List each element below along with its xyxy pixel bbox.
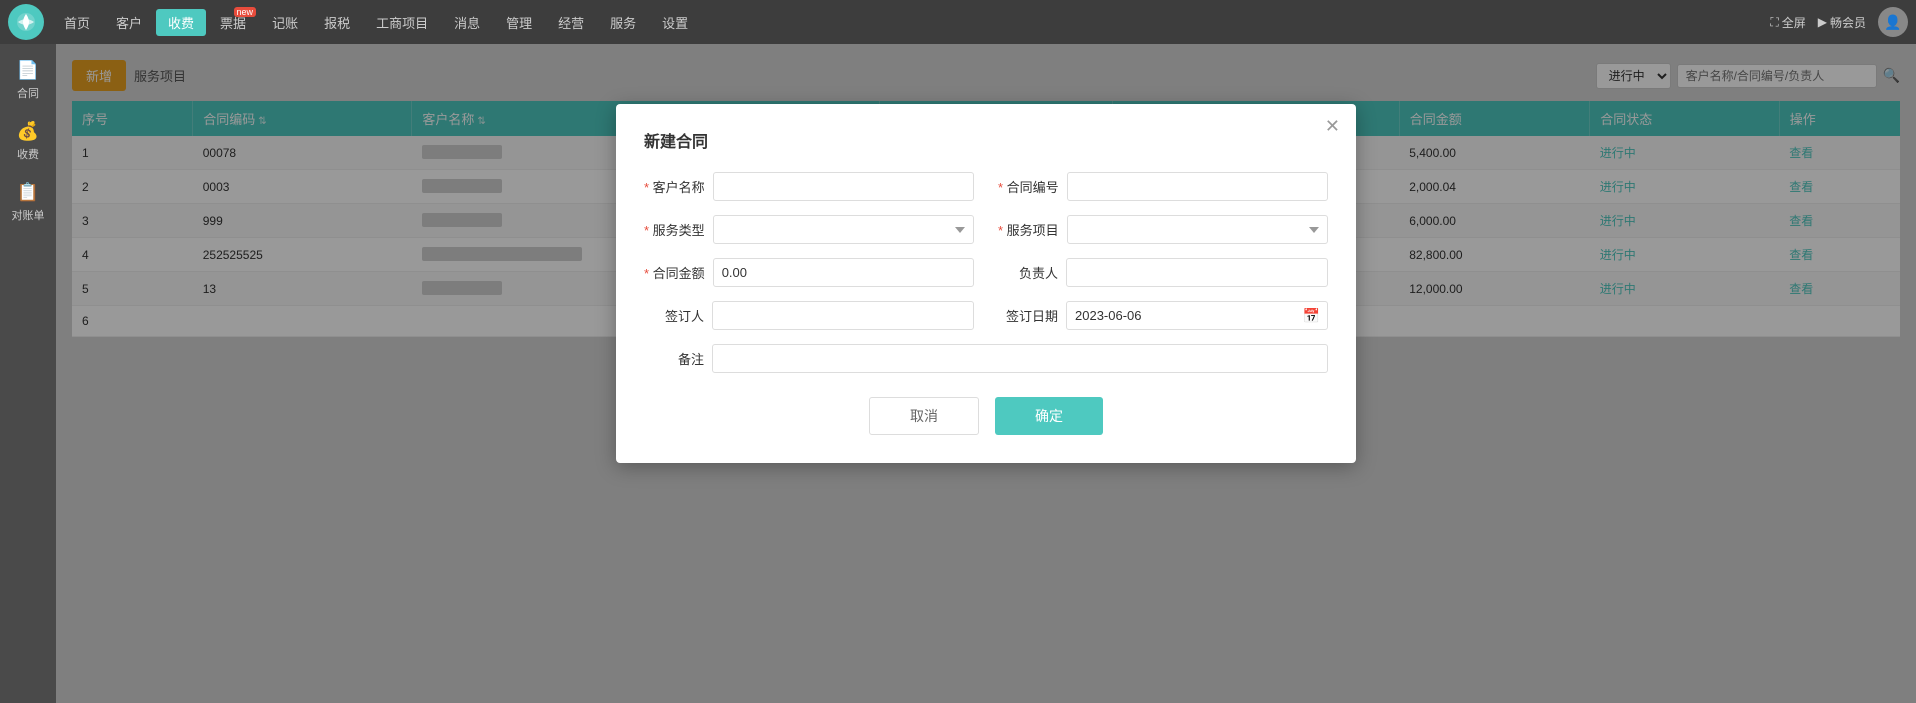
signatory-row: 签订人 — [644, 301, 974, 330]
cancel-button[interactable]: 取消 — [869, 397, 979, 435]
amount-label: 合同金额 — [644, 263, 705, 282]
nav-settings[interactable]: 设置 — [650, 9, 700, 36]
responsible-input[interactable] — [1066, 258, 1328, 287]
service-type-select[interactable] — [713, 215, 974, 244]
fullscreen-icon: ⛶ — [1770, 15, 1778, 30]
sidebar: 📄 合同 💰 收费 📋 对账单 — [0, 44, 56, 703]
customer-name-input[interactable] — [713, 172, 974, 201]
top-navigation: 首页 客户 收费 票据 new 记账 报税 工商项目 消息 管理 经营 服务 设… — [0, 0, 1916, 44]
modal-close-button[interactable]: ✕ — [1325, 116, 1340, 137]
modal-footer: 取消 确定 — [644, 397, 1328, 435]
confirm-button[interactable]: 确定 — [995, 397, 1103, 435]
contract-icon: 📄 — [17, 60, 39, 81]
modal-title: 新建合同 — [644, 128, 1328, 152]
responsible-label: 负责人 — [998, 263, 1058, 282]
sign-date-label: 签订日期 — [998, 306, 1058, 325]
nav-business[interactable]: 工商项目 — [364, 9, 440, 36]
app-logo — [8, 4, 44, 40]
billing-icon: 💰 — [17, 121, 39, 142]
new-badge: new — [234, 7, 257, 17]
customer-name-label: 客户名称 — [644, 177, 705, 196]
nav-operation[interactable]: 经营 — [546, 9, 596, 36]
nav-service[interactable]: 服务 — [598, 9, 648, 36]
service-item-row: 服务项目 — [998, 215, 1328, 244]
service-item-select[interactable] — [1067, 215, 1328, 244]
amount-input[interactable] — [713, 258, 974, 287]
amount-row: 合同金额 — [644, 258, 974, 287]
member-icon: ▶ — [1818, 15, 1827, 29]
content-area: 新增 服务项目 进行中 已完成 已终止 🔍 序号 合同编码⇅ 客户名称⇅ 服务项… — [56, 44, 1916, 703]
contract-no-row: 合同编号 — [998, 172, 1328, 201]
note-label: 备注 — [644, 349, 704, 368]
new-contract-modal: ✕ 新建合同 客户名称 合同编号 服务类型 — [616, 104, 1356, 463]
sign-date-wrap: 📅 — [1066, 301, 1328, 330]
sign-date-row: 签订日期 📅 — [998, 301, 1328, 330]
note-input[interactable] — [712, 344, 1328, 373]
nav-message[interactable]: 消息 — [442, 9, 492, 36]
top-nav-right: ⛶ 全屏 ▶ 畅会员 👤 — [1770, 7, 1908, 37]
main-layout: 📄 合同 💰 收费 📋 对账单 新增 服务项目 进行中 已完成 已终止 � — [0, 44, 1916, 703]
sidebar-item-statement[interactable]: 📋 对账单 — [3, 174, 53, 231]
nav-bookkeeping[interactable]: 记账 — [260, 9, 310, 36]
responsible-row: 负责人 — [998, 258, 1328, 287]
note-row: 备注 — [644, 344, 1328, 373]
contract-no-input[interactable] — [1067, 172, 1328, 201]
calendar-icon: 📅 — [1303, 307, 1320, 324]
sidebar-contract-label: 合同 — [17, 85, 39, 101]
service-type-label: 服务类型 — [644, 220, 705, 239]
signatory-label: 签订人 — [644, 306, 704, 325]
member-button[interactable]: ▶ 畅会员 — [1818, 14, 1866, 31]
sidebar-billing-label: 收费 — [17, 146, 39, 162]
sign-date-input[interactable] — [1066, 301, 1328, 330]
sidebar-item-contract[interactable]: 📄 合同 — [3, 52, 53, 109]
customer-name-row: 客户名称 — [644, 172, 974, 201]
nav-customer[interactable]: 客户 — [104, 9, 154, 36]
modal-overlay: ✕ 新建合同 客户名称 合同编号 服务类型 — [56, 44, 1916, 703]
nav-tax[interactable]: 报税 — [312, 9, 362, 36]
service-item-label: 服务项目 — [998, 220, 1059, 239]
sidebar-statement-label: 对账单 — [12, 207, 45, 223]
nav-items: 首页 客户 收费 票据 new 记账 报税 工商项目 消息 管理 经营 服务 设… — [52, 9, 1770, 36]
nav-invoice[interactable]: 票据 new — [208, 9, 258, 36]
contract-no-label: 合同编号 — [998, 177, 1059, 196]
sidebar-item-billing[interactable]: 💰 收费 — [3, 113, 53, 170]
nav-home[interactable]: 首页 — [52, 9, 102, 36]
avatar[interactable]: 👤 — [1878, 7, 1908, 37]
nav-billing[interactable]: 收费 — [156, 9, 206, 36]
form-grid: 客户名称 合同编号 服务类型 服务项目 — [644, 172, 1328, 373]
statement-icon: 📋 — [17, 182, 39, 203]
signatory-input[interactable] — [712, 301, 974, 330]
fullscreen-button[interactable]: ⛶ 全屏 — [1770, 14, 1805, 31]
nav-management[interactable]: 管理 — [494, 9, 544, 36]
service-type-row: 服务类型 — [644, 215, 974, 244]
